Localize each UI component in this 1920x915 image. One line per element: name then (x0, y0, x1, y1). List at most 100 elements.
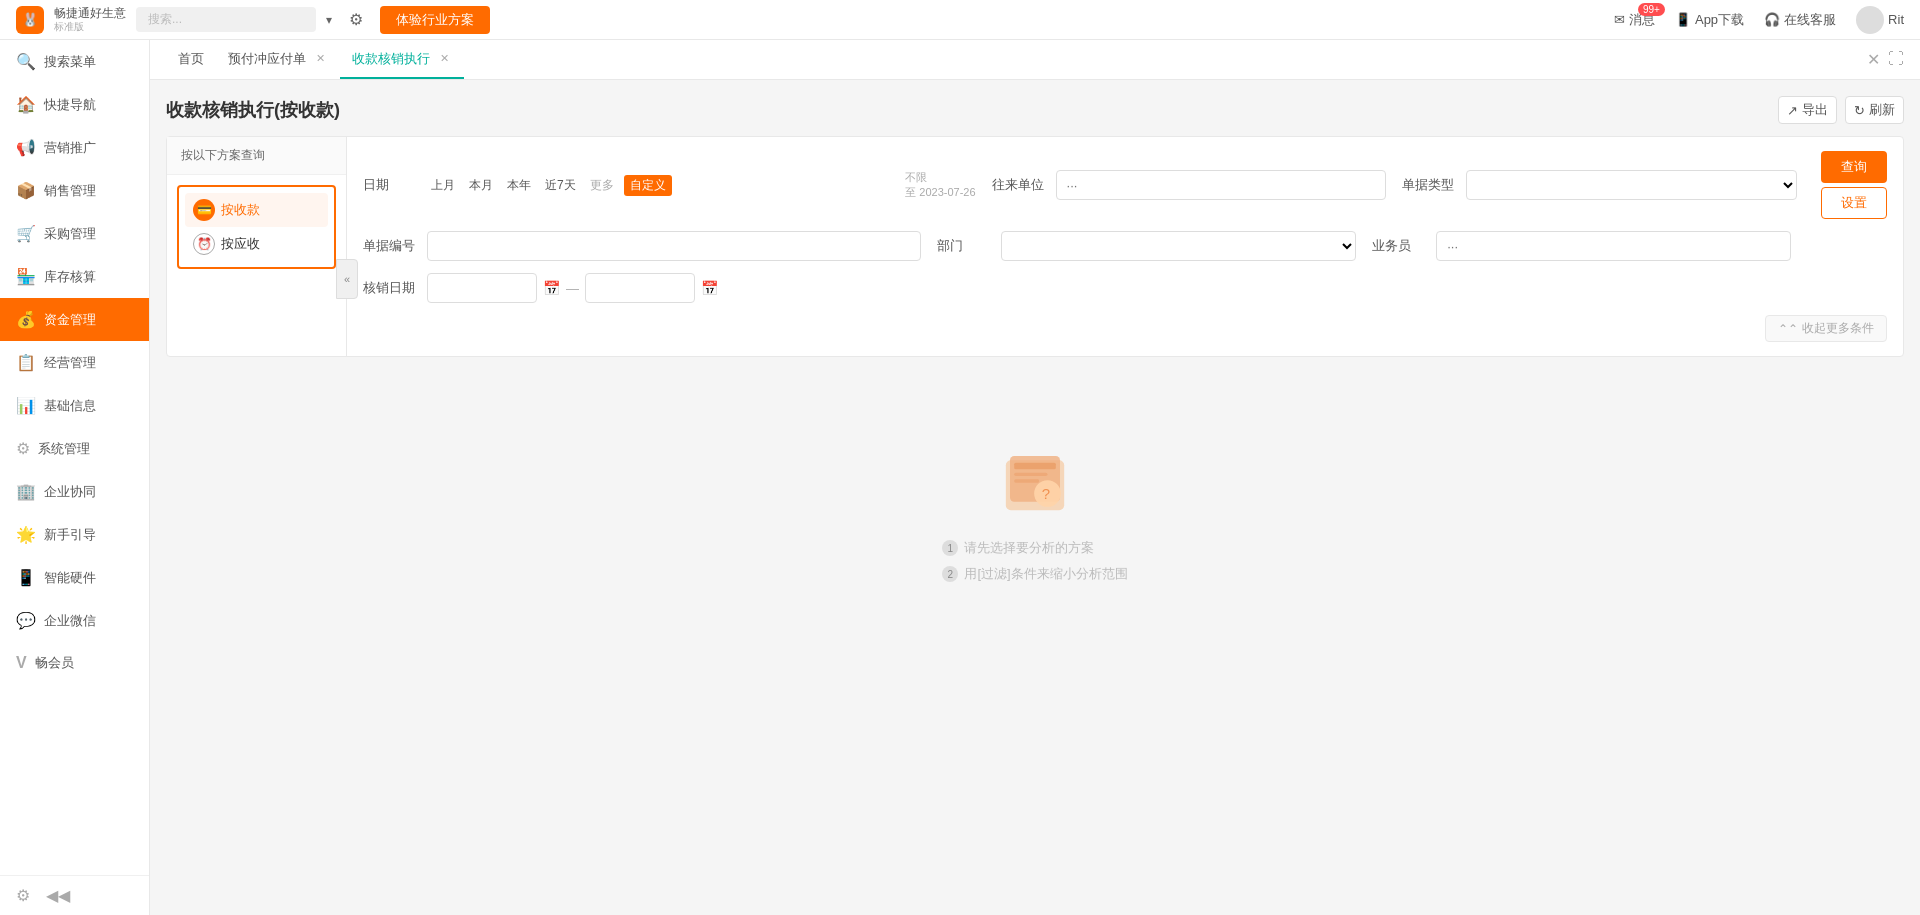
sidebar-item-smart-hardware[interactable]: 📱 智能硬件 (0, 556, 149, 599)
sidebar-item-capital-mgmt[interactable]: 💰 资金管理 (0, 298, 149, 341)
beginner-icon: 🌟 (16, 525, 36, 544)
inventory-icon: 🏪 (16, 267, 36, 286)
app-download-btn[interactable]: 📱 App下载 (1675, 11, 1744, 29)
receipt-option-icon: 💳 (193, 199, 215, 221)
calendar-end-icon[interactable]: 📅 (701, 280, 718, 296)
enterprise-icon: 🏢 (16, 482, 36, 501)
export-icon: ↗ (1787, 103, 1798, 118)
filter-collapse-row: ⌃⌃ 收起更多条件 (363, 315, 1887, 342)
filter-option-by-receipt[interactable]: 💳 按收款 (185, 193, 328, 227)
svg-text:?: ? (1042, 485, 1050, 502)
partner-input[interactable] (1056, 170, 1387, 200)
tab-close-all-icon[interactable]: ✕ (1867, 50, 1880, 69)
brand-sub: 标准版 (54, 21, 126, 33)
tab-close-receipt[interactable]: ✕ (436, 51, 452, 67)
date-shortcut-this-month[interactable]: 本月 (465, 175, 497, 196)
filter-collapse-btn[interactable]: « (336, 259, 358, 299)
dept-field: 部门 (937, 231, 1356, 261)
sidebar-item-purchase-mgmt[interactable]: 🛒 采购管理 (0, 212, 149, 255)
settings-btn[interactable]: 设置 (1821, 187, 1887, 219)
date-shortcut-custom[interactable]: 自定义 (624, 175, 672, 196)
partner-label: 往来单位 (992, 176, 1048, 194)
refresh-btn[interactable]: ↻ 刷新 (1845, 96, 1904, 124)
filter-left-body: 💳 按收款 ⏰ 按应收 (167, 175, 346, 279)
collapse-sidebar-icon[interactable]: ◀◀ (46, 886, 70, 905)
date-shortcut-more[interactable]: 更多 (586, 175, 618, 196)
phone-icon: 📱 (1675, 12, 1691, 27)
staff-input[interactable] (1436, 231, 1791, 261)
sidebar-item-enterprise-coop[interactable]: 🏢 企业协同 (0, 470, 149, 513)
sidebar-item-vip[interactable]: V 畅会员 (0, 642, 149, 684)
sales-icon: 📦 (16, 181, 36, 200)
filter-right: 日期 上月 本月 本年 近7天 更多 自定义 (347, 137, 1903, 356)
sidebar-item-search-menu[interactable]: 🔍 搜索菜单 (0, 40, 149, 83)
date-label: 日期 (363, 176, 419, 194)
sidebar-item-marketing[interactable]: 📢 营销推广 (0, 126, 149, 169)
query-btn[interactable]: 查询 (1821, 151, 1887, 183)
action-btns: 查询 设置 (1821, 151, 1887, 219)
offset-date-label: 核销日期 (363, 279, 419, 297)
tab-maximize-icon[interactable]: ⛶ (1888, 50, 1904, 69)
user-area[interactable]: Rit (1856, 6, 1904, 34)
hardware-icon: 📱 (16, 568, 36, 587)
sidebar-item-sys-mgmt[interactable]: ⚙ 系统管理 (0, 427, 149, 470)
header-right: ✉ 消息 99+ 📱 App下载 🎧 在线客服 Rit (1614, 6, 1904, 34)
username: Rit (1888, 12, 1904, 27)
ops-icon: 📋 (16, 353, 36, 372)
capital-icon: 💰 (16, 310, 36, 329)
doc-type-select[interactable] (1466, 170, 1797, 200)
sidebar-item-beginner[interactable]: 🌟 新手引导 (0, 513, 149, 556)
settings-bottom-icon[interactable]: ⚙ (16, 886, 30, 905)
offset-date-start[interactable]: 2023-03-01 (427, 273, 537, 303)
tab-bar: 首页 预付冲应付单 ✕ 收款核销执行 ✕ ✕ ⛶ (150, 40, 1920, 80)
filter-option-by-receivable[interactable]: ⏰ 按应收 (185, 227, 328, 261)
empty-hint-1: 1 请先选择要分析的方案 (942, 539, 1127, 557)
svg-rect-4 (1014, 479, 1039, 482)
doc-num-input[interactable] (427, 231, 921, 261)
sidebar-item-sales-mgmt[interactable]: 📦 销售管理 (0, 169, 149, 212)
sidebar-item-ops-mgmt[interactable]: 📋 经营管理 (0, 341, 149, 384)
sidebar-item-inventory[interactable]: 🏪 库存核算 (0, 255, 149, 298)
filter-left: 按以下方案查询 💳 按收款 (167, 137, 347, 356)
tab-close-prepay[interactable]: ✕ (312, 51, 328, 67)
tab-prepay-offset[interactable]: 预付冲应付单 ✕ (216, 40, 340, 79)
message-btn[interactable]: ✉ 消息 99+ (1614, 11, 1655, 29)
empty-state: ? 1 请先选择要分析的方案 2 用[过滤]条件来缩小分析范围 (166, 357, 1904, 657)
date-shortcut-last-month[interactable]: 上月 (427, 175, 459, 196)
doc-type-label: 单据类型 (1402, 176, 1458, 194)
header-dropdown-btn[interactable]: ▾ (326, 13, 332, 27)
sidebar-item-basic-info[interactable]: 📊 基础信息 (0, 384, 149, 427)
date-shortcuts-group: 上月 本月 本年 近7天 更多 自定义 (427, 175, 672, 196)
export-btn[interactable]: ↗ 导出 (1778, 96, 1837, 124)
purchase-icon: 🛒 (16, 224, 36, 243)
online-service-btn[interactable]: 🎧 在线客服 (1764, 11, 1836, 29)
tab-home[interactable]: 首页 (166, 40, 216, 79)
header-settings-icon[interactable]: ⚙ (342, 6, 370, 34)
collapse-more-btn[interactable]: ⌃⌃ 收起更多条件 (1765, 315, 1887, 342)
header-search-area[interactable]: 搜索... (136, 7, 316, 32)
marketing-icon: 📢 (16, 138, 36, 157)
sidebar-item-quick-nav[interactable]: 🏠 快捷导航 (0, 83, 149, 126)
empty-hints: 1 请先选择要分析的方案 2 用[过滤]条件来缩小分析范围 (942, 539, 1127, 583)
dept-select[interactable] (1001, 231, 1356, 261)
calendar-start-icon[interactable]: 📅 (543, 280, 560, 296)
date-shortcut-this-year[interactable]: 本年 (503, 175, 535, 196)
filter-query-box: 💳 按收款 ⏰ 按应收 (177, 185, 336, 269)
date-field: 日期 上月 本月 本年 近7天 更多 自定义 (363, 175, 889, 196)
filter-row-3: 核销日期 2023-03-01 📅 — 2023-07-21 📅 (363, 273, 1887, 303)
message-badge: 99+ (1638, 3, 1665, 16)
tab-receipt-offset[interactable]: 收款核销执行 ✕ (340, 40, 464, 79)
receivable-option-icon: ⏰ (193, 233, 215, 255)
date-nolimit-hint: 不限 至 2023-07-26 (905, 170, 975, 200)
staff-field: 业务员 (1372, 231, 1791, 261)
wechat-icon: 💬 (16, 611, 36, 630)
search-icon: 🔍 (16, 52, 36, 71)
date-shortcut-7days[interactable]: 近7天 (541, 175, 580, 196)
sidebar-item-enterprise-wechat[interactable]: 💬 企业微信 (0, 599, 149, 642)
page-header-actions: ↗ 导出 ↻ 刷新 (1778, 96, 1904, 124)
industry-btn[interactable]: 体验行业方案 (380, 6, 490, 34)
tab-bar-right: ✕ ⛶ (1867, 50, 1904, 69)
avatar (1856, 6, 1884, 34)
message-icon: ✉ (1614, 12, 1625, 27)
offset-date-end[interactable]: 2023-07-21 (585, 273, 695, 303)
